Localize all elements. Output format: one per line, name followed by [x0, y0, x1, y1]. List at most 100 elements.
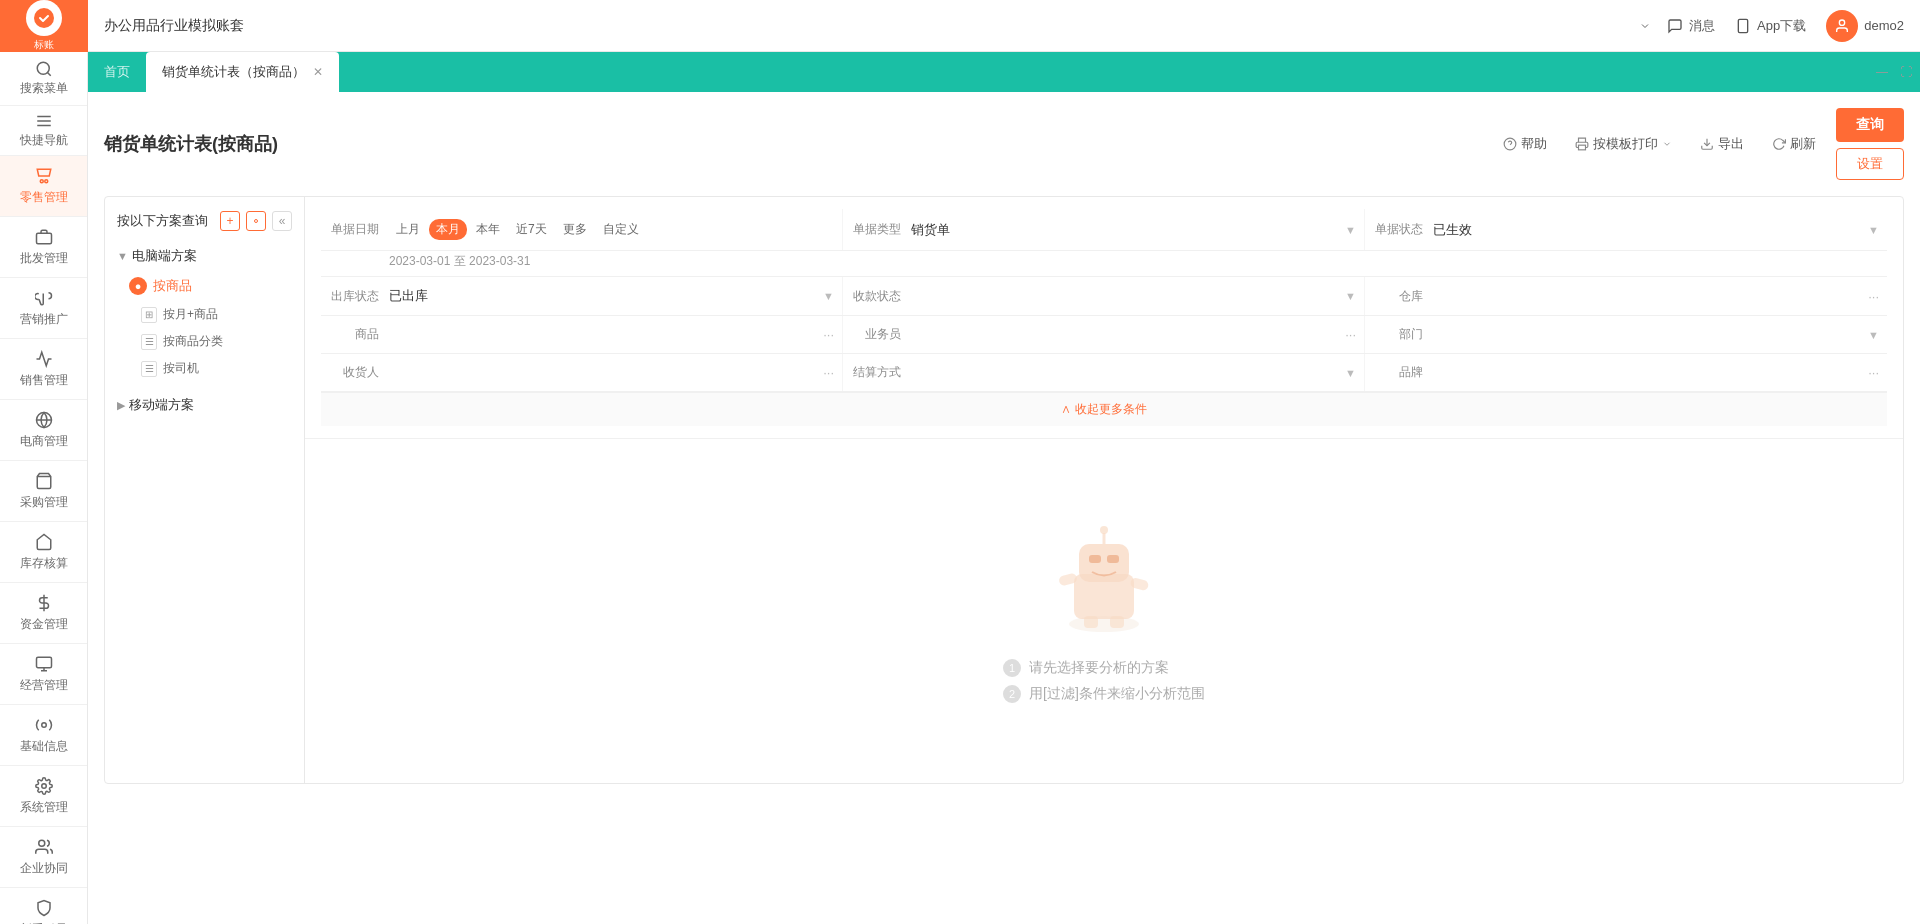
scheme-by-month-goods[interactable]: ⊞ 按月+商品	[105, 301, 304, 328]
app-download-btn[interactable]: App下载	[1735, 17, 1806, 35]
sidebar-item-sales[interactable]: 销售管理	[0, 339, 87, 400]
tab-sales-stats[interactable]: 销货单统计表（按商品） ✕	[146, 52, 339, 92]
brand-value[interactable]: ···	[1433, 365, 1879, 380]
goods-dots[interactable]: ···	[823, 327, 834, 342]
topbar-actions: 消息 App下载 demo2	[1667, 10, 1904, 42]
date-tab-thismonth[interactable]: 本月	[429, 219, 467, 240]
doc-type-label: 单据类型	[851, 221, 911, 238]
brand-dots[interactable]: ···	[1868, 365, 1879, 380]
date-tab-lastmonth[interactable]: 上月	[389, 219, 427, 240]
filter-row-1: 单据日期 上月 本月 本年 近7天 更多 自定义	[321, 209, 1887, 251]
salesperson-label: 业务员	[851, 326, 911, 343]
scheme-by-goods-category[interactable]: ☰ 按商品分类	[105, 328, 304, 355]
out-status-value[interactable]: 已出库 ▼	[389, 287, 834, 305]
salesperson-value[interactable]: ···	[911, 327, 1356, 342]
tab-close-btn[interactable]: ✕	[313, 65, 323, 79]
warehouse-value[interactable]: ···	[1433, 289, 1879, 304]
tip-num-2: 2	[1003, 685, 1021, 703]
svg-rect-30	[1089, 555, 1101, 563]
warehouse-label: 仓库	[1373, 288, 1433, 305]
user-btn[interactable]: demo2	[1826, 10, 1904, 42]
app-logo[interactable]: 标账	[0, 0, 88, 52]
tab-maximize-btn[interactable]: ⛶	[1900, 65, 1912, 79]
scheme-by-goods[interactable]: ● 按商品	[105, 271, 304, 301]
mobile-scheme-header[interactable]: ▶ 移动端方案	[105, 390, 304, 420]
recipient-value[interactable]: ···	[389, 365, 834, 380]
date-tab-7days[interactable]: 近7天	[509, 219, 554, 240]
settle-chevron: ▼	[1345, 367, 1356, 379]
doc-type-value[interactable]: 销货单 ▼	[911, 221, 1356, 239]
sidebar-item-wholesale[interactable]: 批发管理	[0, 217, 87, 278]
doc-status-chevron: ▼	[1868, 224, 1879, 236]
scheme-by-driver[interactable]: ☰ 按司机	[105, 355, 304, 382]
query-btn[interactable]: 查询	[1836, 108, 1904, 142]
ecommerce-icon	[34, 410, 54, 430]
doc-status-value[interactable]: 已生效 ▼	[1433, 221, 1879, 239]
industry-dropdown[interactable]	[1639, 20, 1651, 32]
basic-icon	[34, 715, 54, 735]
help-btn[interactable]: 帮助	[1495, 131, 1555, 157]
tip-text-1: 请先选择要分析的方案	[1029, 659, 1169, 677]
collapse-filter-btn[interactable]: ∧ 收起更多条件	[321, 392, 1887, 426]
template-print-label: 按模板打印	[1593, 135, 1658, 153]
date-tab-more[interactable]: 更多	[556, 219, 594, 240]
recipient-dots[interactable]: ···	[823, 365, 834, 380]
left-panel-title: 按以下方案查询	[117, 212, 220, 230]
pc-scheme-label: 电脑端方案	[132, 247, 197, 265]
recv-status-value[interactable]: ▼	[911, 290, 1356, 302]
sidebar-item-marketing[interactable]: 营销推广	[0, 278, 87, 339]
sidebar-item-wholesale-label: 批发管理	[20, 250, 68, 267]
settle-value[interactable]: ▼	[911, 367, 1356, 379]
sidebar-item-enterprise-label: 企业协同	[20, 860, 68, 877]
sidebar-item-ecommerce[interactable]: 电商管理	[0, 400, 87, 461]
sidebar-item-retail[interactable]: 零售管理	[0, 156, 87, 217]
sidebar-item-operations[interactable]: 经营管理	[0, 644, 87, 705]
date-range-text: 2023-03-01 至 2023-03-31	[389, 253, 530, 270]
add-scheme-btn[interactable]: +	[220, 211, 240, 231]
svg-point-21	[1840, 20, 1845, 25]
sidebar-item-finance[interactable]: 资金管理	[0, 583, 87, 644]
industry-title: 办公用品行业模拟账套	[104, 17, 1623, 35]
goods-value[interactable]: ···	[389, 327, 834, 342]
refresh-btn[interactable]: 刷新	[1764, 131, 1824, 157]
sales-icon	[34, 349, 54, 369]
sidebar-item-purchase[interactable]: 采购管理	[0, 461, 87, 522]
tab-home[interactable]: 首页	[88, 52, 146, 92]
sidebar-item-basic[interactable]: 基础信息	[0, 705, 87, 766]
doc-status-label: 单据状态	[1373, 221, 1433, 238]
svg-point-1	[37, 62, 49, 74]
out-status-text: 已出库	[389, 287, 428, 305]
sidebar-item-enterprise[interactable]: 企业协同	[0, 827, 87, 888]
sidebar-quick-nav[interactable]: 快捷导航	[0, 106, 87, 156]
inventory-icon	[34, 532, 54, 552]
sidebar-item-system[interactable]: 系统管理	[0, 766, 87, 827]
collapse-panel-btn[interactable]: «	[272, 211, 292, 231]
by-goods-category-label: 按商品分类	[163, 333, 223, 350]
edit-scheme-btn[interactable]	[246, 211, 266, 231]
doc-status-filter-cell: 单据状态 已生效 ▼	[1365, 209, 1887, 250]
tab-minimize-btn[interactable]: —	[1876, 65, 1888, 79]
svg-point-0	[34, 8, 54, 28]
svg-rect-4	[36, 233, 51, 244]
svg-rect-19	[1738, 19, 1747, 32]
message-btn[interactable]: 消息	[1667, 17, 1715, 35]
content-body: 按以下方案查询 + « ▼ 电脑端方案	[104, 196, 1904, 784]
date-tab-custom[interactable]: 自定义	[596, 219, 646, 240]
goods-cell: 商品 ···	[321, 316, 843, 353]
warehouse-dots[interactable]: ···	[1868, 289, 1879, 304]
svg-rect-36	[1084, 616, 1098, 628]
date-tab-thisyear[interactable]: 本年	[469, 219, 507, 240]
sidebar-search[interactable]: 搜索菜单	[0, 52, 87, 106]
sidebar-item-ecommerce-label: 电商管理	[20, 433, 68, 450]
dept-chevron: ▼	[1868, 329, 1879, 341]
settings-btn[interactable]: 设置	[1836, 148, 1904, 180]
export-btn[interactable]: 导出	[1692, 131, 1752, 157]
salesperson-dots[interactable]: ···	[1345, 327, 1356, 342]
template-print-btn[interactable]: 按模板打印	[1567, 131, 1680, 157]
dept-value[interactable]: ▼	[1433, 329, 1879, 341]
sidebar-item-newbie[interactable]: 新手引导	[0, 888, 87, 924]
pc-scheme-header[interactable]: ▼ 电脑端方案	[105, 241, 304, 271]
sidebar-search-label: 搜索菜单	[20, 80, 68, 97]
sidebar-item-inventory[interactable]: 库存核算	[0, 522, 87, 583]
sidebar-item-retail-label: 零售管理	[20, 189, 68, 206]
